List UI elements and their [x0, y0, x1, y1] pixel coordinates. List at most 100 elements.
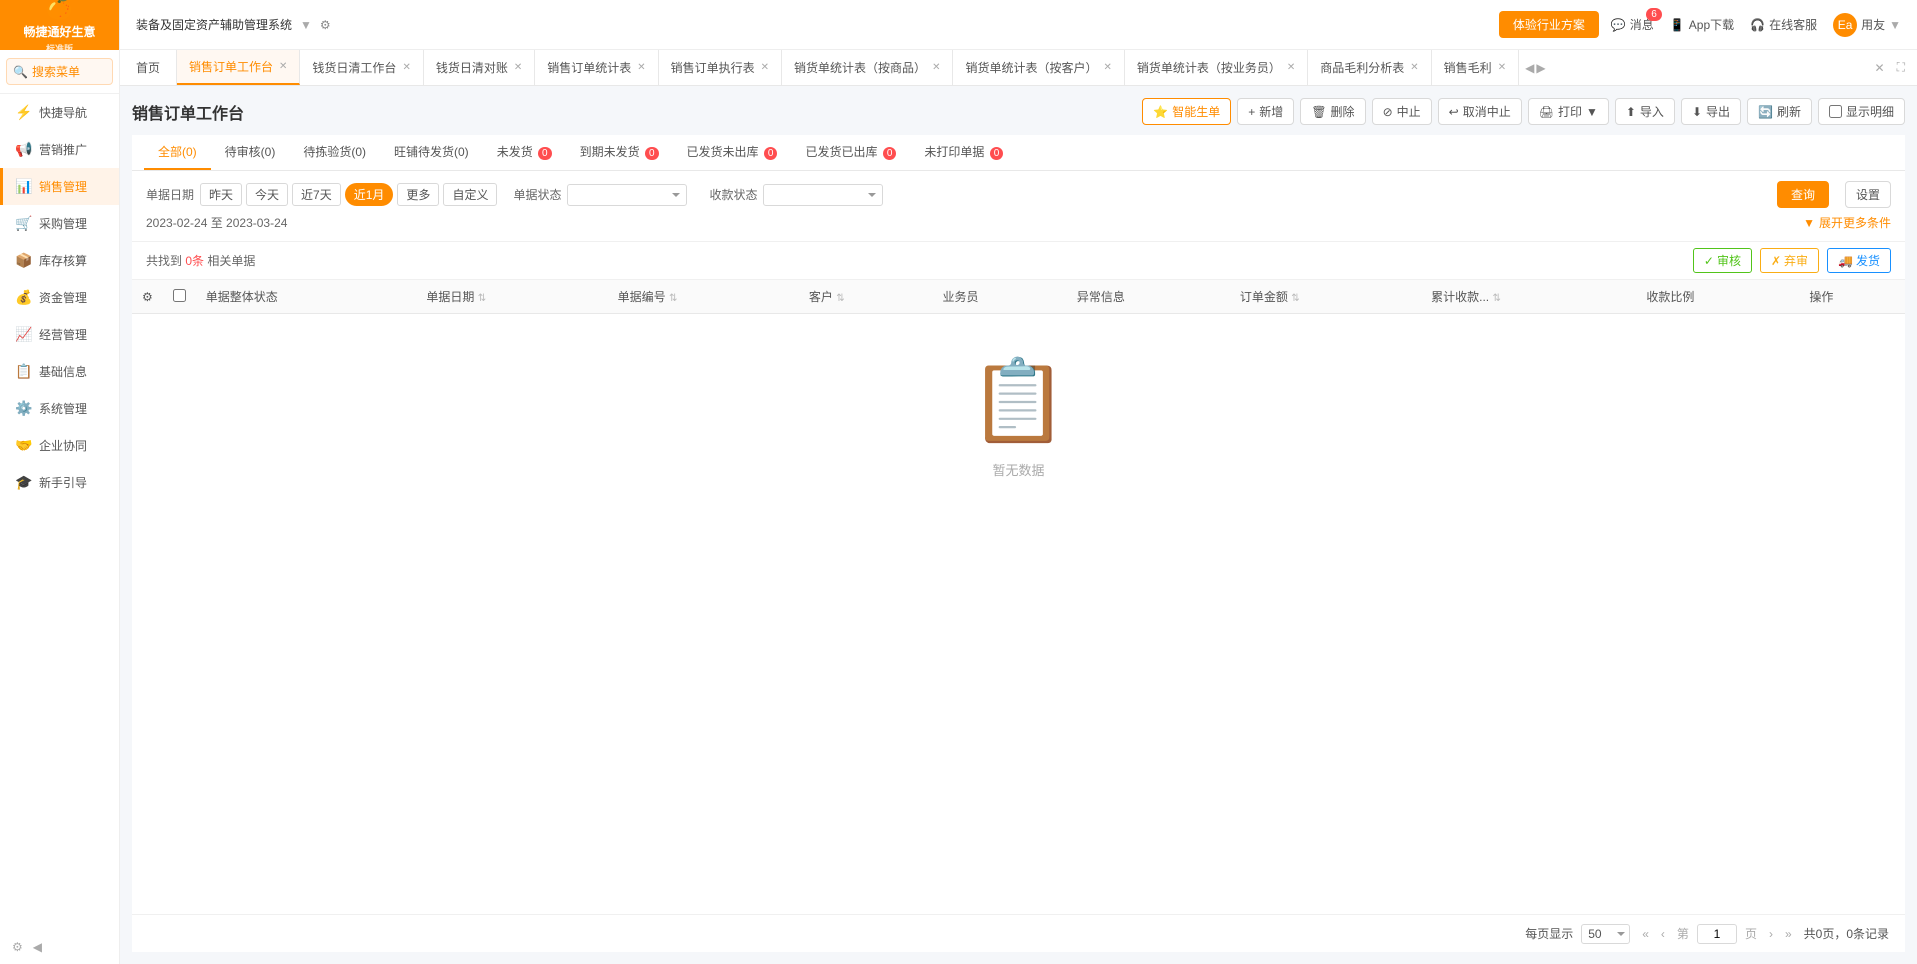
date-btn-today[interactable]: 今天 — [246, 183, 288, 206]
tab-sales-exec[interactable]: 销售订单执行表 ✕ — [659, 50, 782, 85]
amount-sort-icon[interactable]: ⇅ — [1291, 293, 1299, 304]
tab-close-icon[interactable]: ✕ — [402, 62, 410, 73]
sidebar-item-system[interactable]: ⚙️ 系统管理 — [0, 390, 119, 427]
sidebar-item-marketing[interactable]: 📢 营销推广 — [0, 131, 119, 168]
col-amount[interactable]: 订单金额 ⇅ — [1230, 280, 1421, 314]
tab-sales-by-product[interactable]: 销货单统计表（按商品） ✕ — [782, 50, 953, 85]
tab-sales-gross[interactable]: 销售毛利 ✕ — [1432, 50, 1519, 85]
close-all-icon[interactable]: ✕ — [1871, 59, 1889, 77]
sidebar-item-finance[interactable]: 💰 资金管理 — [0, 279, 119, 316]
delete-btn[interactable]: 🗑 删除 — [1300, 98, 1365, 125]
sidebar-item-guide[interactable]: 🎓 新手引导 — [0, 464, 119, 501]
message-btn[interactable]: 💬 消息 6 — [1611, 16, 1654, 33]
settings-gear-icon[interactable]: ⚙ — [320, 18, 331, 32]
app-download-btn[interactable]: 📱 App下载 — [1670, 16, 1734, 33]
select-all-checkbox[interactable] — [173, 289, 186, 302]
maximize-icon[interactable]: ⛶ — [1893, 58, 1909, 77]
per-page-select[interactable]: 50 20 100 — [1581, 924, 1630, 944]
payment-select[interactable] — [763, 184, 883, 206]
date-btn-1month[interactable]: 近1月 — [345, 183, 394, 206]
tab-home[interactable]: 首页 — [120, 50, 177, 85]
arrow-left-icon[interactable]: ◀ — [1525, 61, 1534, 75]
sub-tab-unshipped[interactable]: 未发货 0 — [483, 135, 566, 170]
sub-tab-wangpu[interactable]: 旺铺待发货(0) — [380, 135, 483, 170]
tab-close-icon[interactable]: ✕ — [761, 62, 769, 73]
stop-btn[interactable]: ⊘ 中止 — [1372, 98, 1432, 125]
sub-tab-shipped-not-out[interactable]: 已发货未出库 0 — [673, 135, 792, 170]
sub-tab-pending-review[interactable]: 待审核(0) — [211, 135, 290, 170]
tab-sales-stats[interactable]: 销售订单统计表 ✕ — [535, 50, 658, 85]
col-customer[interactable]: 客户 ⇅ — [799, 280, 933, 314]
sidebar-item-inventory[interactable]: 📦 库存核算 — [0, 242, 119, 279]
tab-close-icon[interactable]: ✕ — [279, 61, 287, 72]
show-detail-checkbox[interactable] — [1829, 105, 1842, 118]
page-first-btn[interactable]: « — [1638, 925, 1653, 943]
page-last-btn[interactable]: » — [1781, 925, 1796, 943]
user-menu[interactable]: Ea 用友 ▼ — [1833, 13, 1901, 37]
col-number[interactable]: 单据编号 ⇅ — [608, 280, 799, 314]
sidebar-item-sales[interactable]: 📊 销售管理 — [0, 168, 119, 205]
cancel-review-btn[interactable]: ✗ 弃审 — [1760, 248, 1819, 273]
tab-sales-workbench[interactable]: 销售订单工作台 ✕ — [177, 50, 300, 85]
tab-close-icon[interactable]: ✕ — [932, 62, 940, 73]
date-btn-yesterday[interactable]: 昨天 — [200, 183, 242, 206]
col-checkbox[interactable] — [163, 280, 196, 314]
export-btn[interactable]: ⬇ 导出 — [1681, 98, 1741, 125]
sidebar-item-purchase[interactable]: 🛒 采购管理 — [0, 205, 119, 242]
sub-tab-shipped-out[interactable]: 已发货已出库 0 — [791, 135, 910, 170]
tab-close-icon[interactable]: ✕ — [1498, 62, 1506, 73]
number-sort-icon[interactable]: ⇅ — [669, 293, 677, 304]
settings-btn[interactable]: 设置 — [1845, 181, 1891, 208]
date-sort-icon[interactable]: ⇅ — [478, 293, 486, 304]
date-btn-more[interactable]: 更多 — [397, 183, 439, 206]
online-service-btn[interactable]: 🎧 在线客服 — [1750, 16, 1817, 33]
experience-btn[interactable]: 体验行业方案 — [1499, 11, 1599, 38]
ship-btn[interactable]: 🚚 发货 — [1827, 248, 1891, 273]
col-received[interactable]: 累计收款... ⇅ — [1421, 280, 1636, 314]
tab-cash-reconcile[interactable]: 钱货日清对账 ✕ — [424, 50, 535, 85]
sidebar-item-quick-nav[interactable]: ⚡ 快捷导航 — [0, 94, 119, 131]
sub-tab-not-printed[interactable]: 未打印单据 0 — [910, 135, 1017, 170]
import-btn[interactable]: ⬆ 导入 — [1615, 98, 1675, 125]
col-settings[interactable]: ⚙ — [132, 280, 163, 314]
show-detail-checkbox-label[interactable]: 显示明细 — [1818, 98, 1905, 125]
sub-tab-pending-check[interactable]: 待拣验货(0) — [289, 135, 380, 170]
date-btn-custom[interactable]: 自定义 — [443, 183, 497, 206]
arrow-right-icon[interactable]: ▶ — [1536, 61, 1545, 75]
page-prev-btn[interactable]: ‹ — [1657, 925, 1669, 943]
sidebar-item-operations[interactable]: 📈 经营管理 — [0, 316, 119, 353]
print-btn[interactable]: 🖨 打印 ▼ — [1528, 98, 1609, 125]
settings-icon[interactable]: ⚙ — [12, 940, 23, 954]
sub-tab-overdue-unshipped[interactable]: 到期未发货 0 — [566, 135, 673, 170]
tab-sales-by-staff[interactable]: 销货单统计表（按业务员） ✕ — [1125, 50, 1308, 85]
tab-scroll-arrows[interactable]: ◀ ▶ — [1519, 61, 1551, 75]
tab-cash-daily[interactable]: 钱货日清工作台 ✕ — [300, 50, 423, 85]
tab-sales-by-customer[interactable]: 销货单统计表（按客户） ✕ — [953, 50, 1124, 85]
smart-generate-btn[interactable]: ⭐ 智能生单 — [1142, 98, 1231, 125]
page-number-input[interactable] — [1697, 924, 1737, 944]
tab-gross-analysis[interactable]: 商品毛利分析表 ✕ — [1308, 50, 1431, 85]
expand-more-btn[interactable]: ▼ 展开更多条件 — [1803, 214, 1891, 231]
tab-close-icon[interactable]: ✕ — [1103, 62, 1111, 73]
query-btn[interactable]: 查询 — [1777, 181, 1829, 208]
tab-close-icon[interactable]: ✕ — [514, 62, 522, 73]
received-sort-icon[interactable]: ⇅ — [1492, 293, 1500, 304]
sub-tab-all[interactable]: 全部(0) — [144, 135, 211, 170]
dropdown-icon[interactable]: ▼ — [300, 18, 312, 32]
add-btn[interactable]: + 新增 — [1237, 98, 1294, 125]
review-btn[interactable]: ✓ 审核 — [1693, 248, 1752, 273]
date-btn-7days[interactable]: 近7天 — [292, 183, 341, 206]
status-select[interactable] — [567, 184, 687, 206]
sidebar-item-basic-info[interactable]: 📋 基础信息 — [0, 353, 119, 390]
cancel-stop-btn[interactable]: ↩ 取消中止 — [1438, 98, 1522, 125]
refresh-btn[interactable]: 🔄 刷新 — [1747, 98, 1812, 125]
tab-close-icon[interactable]: ✕ — [1287, 62, 1295, 73]
collapse-icon[interactable]: ◀ — [33, 940, 42, 954]
tab-close-icon[interactable]: ✕ — [637, 62, 645, 73]
col-date[interactable]: 单据日期 ⇅ — [416, 280, 607, 314]
page-next-btn[interactable]: › — [1765, 925, 1777, 943]
tab-close-icon[interactable]: ✕ — [1410, 62, 1418, 73]
search-menu-button[interactable]: 🔍 搜索菜单 — [6, 58, 113, 85]
customer-sort-icon[interactable]: ⇅ — [836, 293, 844, 304]
sidebar-item-enterprise[interactable]: 🤝 企业协同 — [0, 427, 119, 464]
